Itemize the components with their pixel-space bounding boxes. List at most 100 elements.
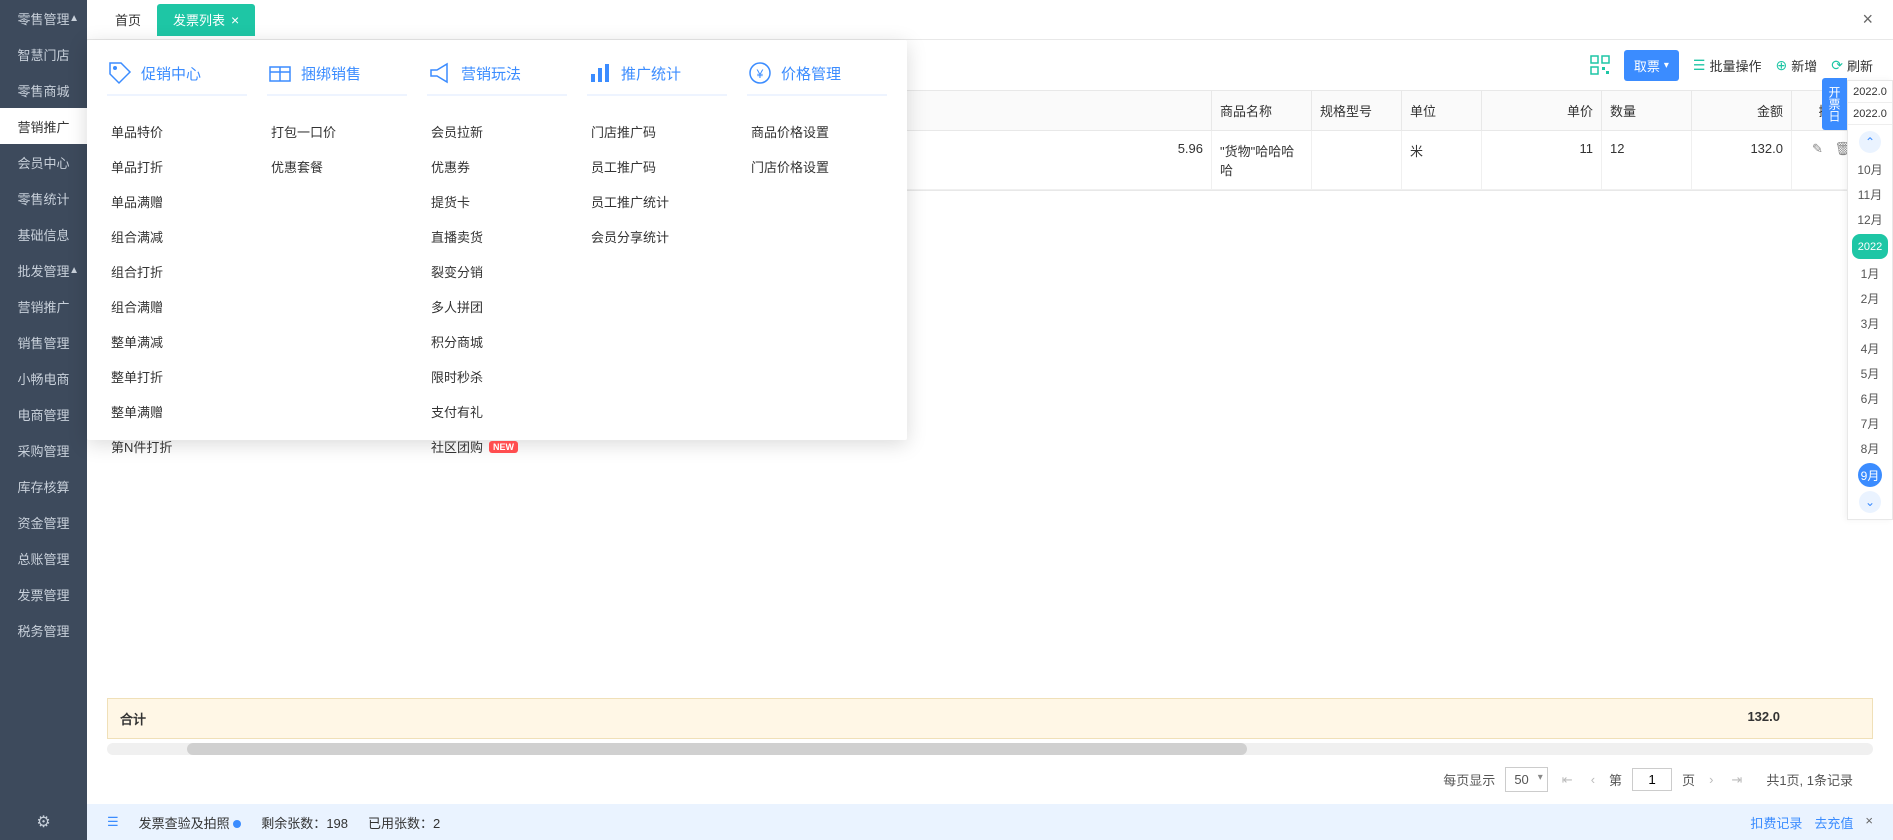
page-suffix: 页 xyxy=(1682,770,1695,789)
sidebar-item-tax[interactable]: 税务管理 xyxy=(0,612,87,648)
mega-menu-item[interactable]: 整单满减 xyxy=(107,324,247,359)
td-name: "货物"哈哈哈哈 xyxy=(1212,131,1312,189)
mega-menu-item[interactable]: 组合满赠 xyxy=(107,289,247,324)
edit-icon[interactable]: ✎ xyxy=(1812,141,1823,156)
status-check-label[interactable]: 发票查验及拍照 xyxy=(139,813,242,832)
mega-menu-item[interactable]: 员工推广码 xyxy=(587,149,727,184)
add-button[interactable]: ⊕ 新增 xyxy=(1776,56,1818,75)
mega-menu-item[interactable]: 限时秒杀 xyxy=(427,359,567,394)
get-ticket-button[interactable]: 取票 ▾ xyxy=(1624,50,1679,81)
rail-month-6[interactable]: 6月 xyxy=(1848,386,1892,411)
close-icon[interactable]: × xyxy=(1865,813,1873,832)
th-unit[interactable]: 单位 xyxy=(1402,91,1482,130)
deduct-record-link[interactable]: 扣费记录 xyxy=(1750,813,1802,832)
rail-top-date-0[interactable]: 2022.0 xyxy=(1848,81,1892,103)
rail-month-11[interactable]: 11月 xyxy=(1848,182,1892,207)
next-page-button[interactable]: › xyxy=(1705,772,1717,787)
mega-menu-item[interactable]: 门店价格设置 xyxy=(747,149,887,184)
mega-menu-item[interactable]: 组合打折 xyxy=(107,254,247,289)
mega-menu-item[interactable]: 积分商城 xyxy=(427,324,567,359)
page-input[interactable] xyxy=(1632,768,1672,791)
sidebar-group-wholesale[interactable]: 批发管理 ▲ xyxy=(0,252,87,288)
mega-menu-item[interactable]: 会员分享统计 xyxy=(587,219,727,254)
total-amount: 132.0 xyxy=(1747,709,1780,728)
rail-month-5[interactable]: 5月 xyxy=(1848,361,1892,386)
th-price[interactable]: 单价 xyxy=(1482,91,1602,130)
mega-menu-item[interactable]: 直播卖货 xyxy=(427,219,567,254)
mega-menu-item[interactable]: 整单满赠 xyxy=(107,394,247,429)
rail-top-date-1[interactable]: 2022.0 xyxy=(1848,103,1892,125)
sidebar-item-invoice[interactable]: 发票管理 xyxy=(0,576,87,612)
sidebar-item-label: 采购管理 xyxy=(17,441,69,460)
per-page-select[interactable]: 50 ▾ xyxy=(1505,767,1547,792)
scroll-down-icon[interactable]: ⌄ xyxy=(1859,491,1881,513)
sidebar-item-ecommerce[interactable]: 电商管理 xyxy=(0,396,87,432)
last-page-button[interactable]: ⇥ xyxy=(1727,772,1746,788)
sidebar-item-inventory[interactable]: 库存核算 xyxy=(0,468,87,504)
recharge-link[interactable]: 去充值 xyxy=(1814,813,1853,832)
mega-menu-item[interactable]: 会员拉新 xyxy=(427,114,567,149)
th-spec[interactable]: 规格型号 xyxy=(1312,91,1402,130)
mega-menu-item[interactable]: 整单打折 xyxy=(107,359,247,394)
scroll-up-icon[interactable]: ⌃ xyxy=(1859,131,1881,153)
refresh-button[interactable]: ⟳ 刷新 xyxy=(1831,56,1873,75)
qr-scan-icon[interactable] xyxy=(1590,55,1610,75)
sidebar-item-retailmall[interactable]: 零售商城 xyxy=(0,72,87,108)
mega-menu-item[interactable]: 支付有礼 xyxy=(427,394,567,429)
rail-month-9[interactable]: 9月 xyxy=(1858,463,1882,487)
mega-menu-item[interactable]: 社区团购NEW xyxy=(427,429,567,464)
th-qty[interactable]: 数量 xyxy=(1602,91,1692,130)
mega-menu-item[interactable]: 优惠套餐 xyxy=(267,149,407,184)
th-name[interactable]: 商品名称 xyxy=(1212,91,1312,130)
mega-menu-item[interactable]: 第N件打折 xyxy=(107,429,247,464)
sidebar-item-purchase[interactable]: 采购管理 xyxy=(0,432,87,468)
rail-month-3[interactable]: 3月 xyxy=(1848,311,1892,336)
sidebar-item-marketing[interactable]: 营销推广 xyxy=(0,108,87,144)
mega-menu-item[interactable]: 提货卡 xyxy=(427,184,567,219)
close-all-tabs-button[interactable]: × xyxy=(1862,9,1873,30)
tab-invoice-list[interactable]: 发票列表 × xyxy=(157,4,255,36)
sidebar-item-retailstats[interactable]: 零售统计 xyxy=(0,180,87,216)
sidebar-item-sales[interactable]: 销售管理 xyxy=(0,324,87,360)
mega-menu-item[interactable]: 单品满赠 xyxy=(107,184,247,219)
tab-home[interactable]: 首页 xyxy=(99,4,157,36)
rail-month-8[interactable]: 8月 xyxy=(1848,436,1892,461)
horizontal-scrollbar[interactable] xyxy=(107,743,1873,755)
sidebar-item-wmarketing[interactable]: 营销推广 xyxy=(0,288,87,324)
scrollbar-thumb[interactable] xyxy=(187,743,1247,755)
mega-menu-item[interactable]: 优惠券 xyxy=(427,149,567,184)
close-icon[interactable]: × xyxy=(231,12,239,28)
mega-menu-item[interactable]: 商品价格设置 xyxy=(747,114,887,149)
mega-menu-item[interactable]: 门店推广码 xyxy=(587,114,727,149)
tab-label: 发票列表 xyxy=(173,10,225,29)
pagination: 每页显示 50 ▾ ⇤ ‹ 第 页 › ⇥ 共1页, 1条记录 xyxy=(87,755,1893,804)
mega-menu-item[interactable]: 员工推广统计 xyxy=(587,184,727,219)
mega-menu-item[interactable]: 裂变分销 xyxy=(427,254,567,289)
first-page-button[interactable]: ⇤ xyxy=(1558,772,1577,788)
rail-month-7[interactable]: 7月 xyxy=(1848,411,1892,436)
mega-menu-item[interactable]: 单品特价 xyxy=(107,114,247,149)
rail-month-12[interactable]: 12月 xyxy=(1848,207,1892,232)
prev-page-button[interactable]: ‹ xyxy=(1587,772,1599,787)
mega-menu-item[interactable]: 单品打折 xyxy=(107,149,247,184)
rail-year-badge[interactable]: 2022 xyxy=(1852,234,1888,259)
batch-ops-button[interactable]: ☰ 批量操作 xyxy=(1693,56,1762,75)
rail-month-10[interactable]: 10月 xyxy=(1848,157,1892,182)
th-amount[interactable]: 金额 xyxy=(1692,91,1792,130)
sidebar-item-member[interactable]: 会员中心 xyxy=(0,144,87,180)
sidebar-item-funds[interactable]: 资金管理 xyxy=(0,504,87,540)
sidebar-item-ledger[interactable]: 总账管理 xyxy=(0,540,87,576)
sidebar-item-smartstore[interactable]: 智慧门店 xyxy=(0,36,87,72)
sidebar-group-retail[interactable]: 零售管理 ▲ xyxy=(0,0,87,36)
sidebar-item-baseinfo[interactable]: 基础信息 xyxy=(0,216,87,252)
mega-menu-item[interactable]: 打包一口价 xyxy=(267,114,407,149)
rail-month-4[interactable]: 4月 xyxy=(1848,336,1892,361)
mega-menu-item[interactable]: 组合满减 xyxy=(107,219,247,254)
invoice-date-button[interactable]: 开票日 xyxy=(1822,78,1847,130)
mega-menu-item[interactable]: 多人拼团 xyxy=(427,289,567,324)
rail-month-2[interactable]: 2月 xyxy=(1848,286,1892,311)
sidebar-group-label: 批发管理 xyxy=(17,261,69,280)
sidebar-item-xiaochang[interactable]: 小畅电商 xyxy=(0,360,87,396)
rail-month-1[interactable]: 1月 xyxy=(1848,261,1892,286)
settings-button[interactable]: ⚙ xyxy=(0,804,87,840)
